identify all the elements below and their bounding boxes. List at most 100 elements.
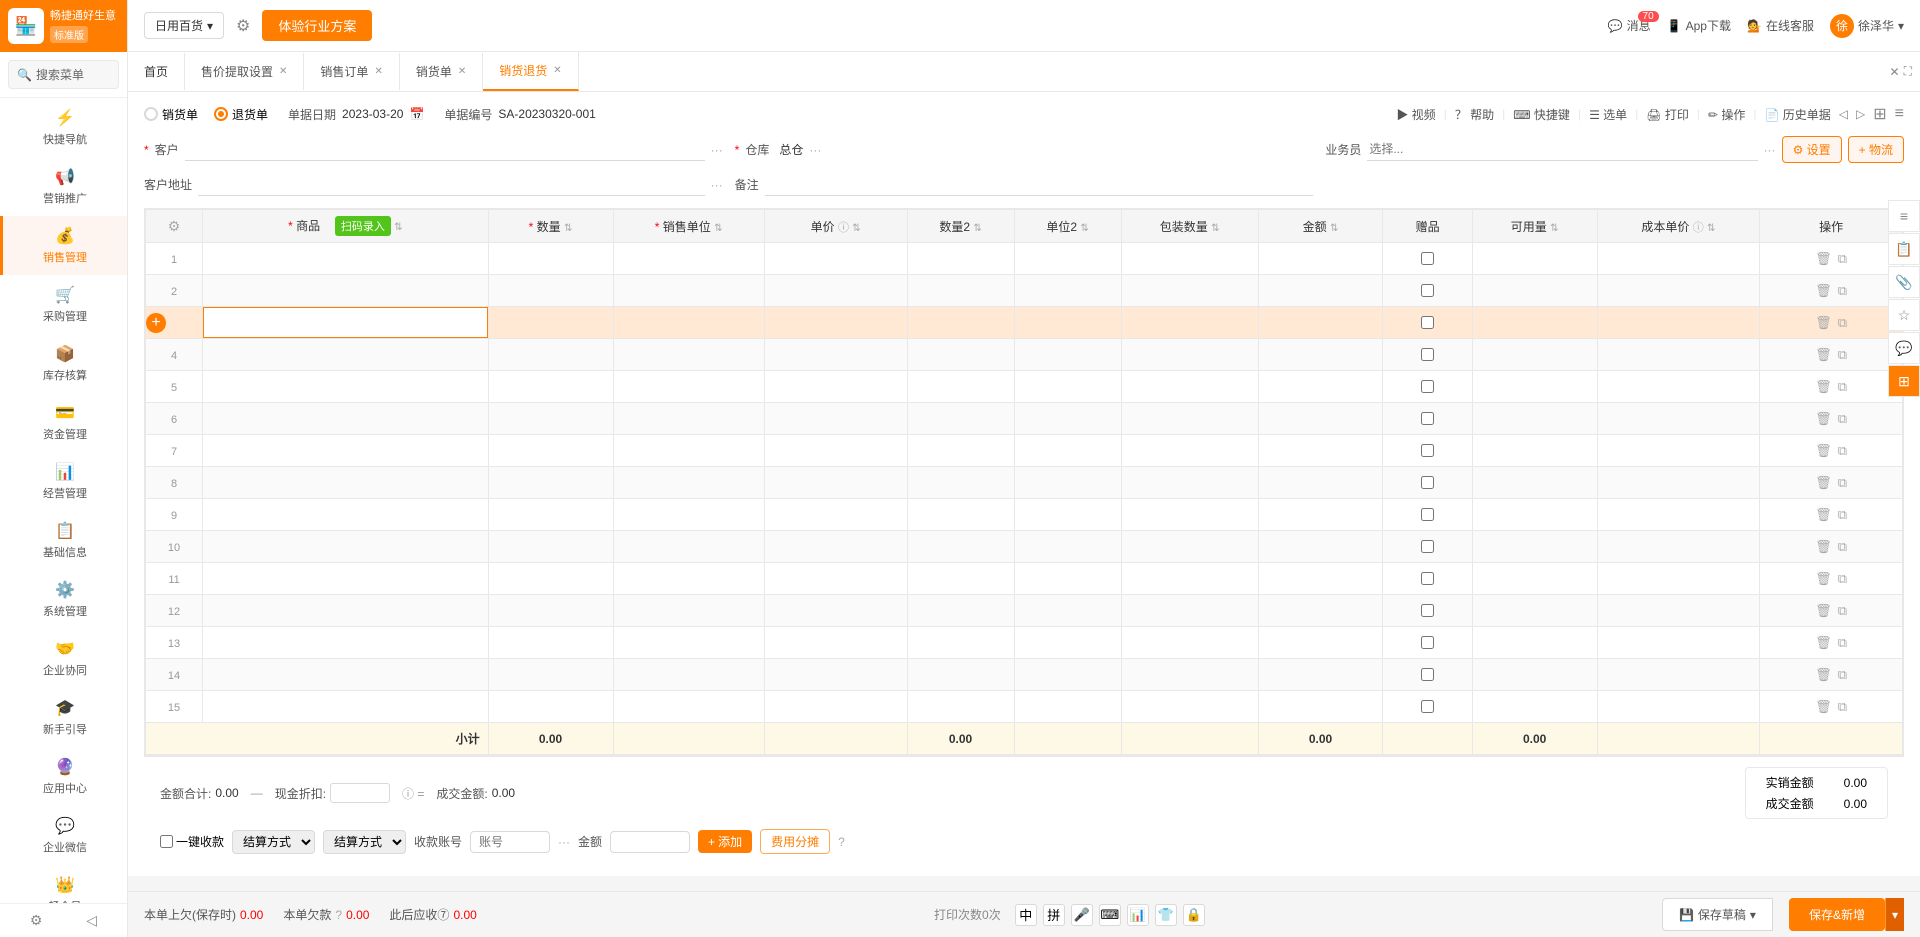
cell-unit2-3[interactable]: [1014, 307, 1121, 339]
gift-checkbox-cell-12[interactable]: [1383, 595, 1471, 626]
status-icon-6[interactable]: 👕: [1155, 904, 1177, 926]
available-input-7[interactable]: [1473, 435, 1597, 466]
quantity-input-13[interactable]: [489, 627, 613, 658]
cell-gift-7[interactable]: [1383, 435, 1472, 467]
radio-sales-option[interactable]: 销货单: [144, 106, 198, 123]
unit-price-input-2[interactable]: [765, 275, 907, 306]
cost-price-input-9[interactable]: [1598, 499, 1760, 530]
cell-pack-qty-3[interactable]: [1121, 307, 1258, 339]
delete-row-icon-4[interactable]: 🗑: [1815, 347, 1832, 363]
one-click-checkbox-input[interactable]: [160, 835, 173, 848]
delete-row-icon-15[interactable]: 🗑: [1815, 699, 1832, 715]
toolbar-history-btn[interactable]: 📄 历史单据: [1765, 106, 1831, 123]
cost-price-input-15[interactable]: [1598, 691, 1760, 722]
cell-unit2-2[interactable]: [1014, 275, 1121, 307]
settings-bottom-icon[interactable]: ⚙: [30, 912, 43, 929]
cell-amount-3[interactable]: [1258, 307, 1383, 339]
cell-sales-unit-10[interactable]: [613, 531, 764, 563]
available-input-5[interactable]: [1473, 371, 1597, 402]
cell-pack-qty-9[interactable]: [1121, 499, 1258, 531]
sales-unit-input-12[interactable]: [614, 595, 764, 626]
unit-price-input-7[interactable]: [765, 435, 907, 466]
delete-row-icon-14[interactable]: 🗑: [1815, 667, 1832, 683]
cost-price-info-icon[interactable]: ⓘ: [1693, 222, 1704, 234]
scan-input-button[interactable]: 扫码录入: [335, 216, 391, 236]
next-doc-icon[interactable]: ▷: [1856, 107, 1865, 121]
product-input-4[interactable]: [203, 339, 488, 370]
gift-checkbox-cell-11[interactable]: [1383, 563, 1471, 594]
sidebar-item-inventory[interactable]: 📦 库存核算: [0, 334, 127, 393]
gift-checkbox-cell-10[interactable]: [1383, 531, 1471, 562]
gift-checkbox-cell-9[interactable]: [1383, 499, 1471, 530]
cell-cost-price-2[interactable]: [1597, 275, 1760, 307]
cell-pack-qty-10[interactable]: [1121, 531, 1258, 563]
address-select-icon[interactable]: ···: [711, 178, 723, 192]
cost-price-input-11[interactable]: [1598, 563, 1760, 594]
amount-input-8[interactable]: [1259, 467, 1383, 498]
cell-available-6[interactable]: [1472, 403, 1597, 435]
cell-quantity-12[interactable]: [488, 595, 613, 627]
quantity-input-10[interactable]: [489, 531, 613, 562]
cell-gift-12[interactable]: [1383, 595, 1472, 627]
tab-sales-order-close-icon[interactable]: ✕: [374, 66, 382, 77]
cell-quantity-11[interactable]: [488, 563, 613, 595]
cell-gift-1[interactable]: [1383, 243, 1472, 275]
gift-checkbox-cell-5[interactable]: [1383, 371, 1471, 402]
quantity-input-6[interactable]: [489, 403, 613, 434]
unit2-sort-icon[interactable]: ⇅: [1080, 223, 1088, 234]
cell-qty2-8[interactable]: [907, 467, 1014, 499]
copy-row-icon-1[interactable]: ⧉: [1838, 251, 1847, 267]
cell-unit-price-12[interactable]: [764, 595, 907, 627]
sidebar-item-finance[interactable]: 💳 资金管理: [0, 393, 127, 452]
cell-gift-15[interactable]: [1383, 691, 1472, 723]
cell-gift-2[interactable]: [1383, 275, 1472, 307]
cell-qty2-6[interactable]: [907, 403, 1014, 435]
cell-pack-qty-2[interactable]: [1121, 275, 1258, 307]
right-panel-btn-2[interactable]: 📋: [1888, 233, 1920, 265]
cell-qty2-7[interactable]: [907, 435, 1014, 467]
copy-row-icon-14[interactable]: ⧉: [1838, 667, 1847, 683]
cell-available-3[interactable]: [1472, 307, 1597, 339]
available-input-15[interactable]: [1473, 691, 1597, 722]
qty2-sort-icon[interactable]: ⇅: [973, 223, 981, 234]
copy-row-icon-15[interactable]: ⧉: [1838, 699, 1847, 715]
gift-checkbox-6[interactable]: [1421, 412, 1434, 425]
salesperson-select-icon[interactable]: ···: [1764, 143, 1776, 157]
unit2-input-3[interactable]: [1015, 307, 1121, 338]
cell-unit-price-6[interactable]: [764, 403, 907, 435]
amount-input-1[interactable]: [1259, 243, 1383, 274]
cell-unit-price-8[interactable]: [764, 467, 907, 499]
toolbar-select-btn[interactable]: ☰ 选单: [1589, 106, 1627, 123]
qty2-input-1[interactable]: [908, 243, 1014, 274]
pack-qty-input-7[interactable]: [1122, 435, 1258, 466]
gift-checkbox-13[interactable]: [1421, 636, 1434, 649]
pack-qty-input-9[interactable]: [1122, 499, 1258, 530]
cell-gift-13[interactable]: [1383, 627, 1472, 659]
sales-unit-input-1[interactable]: [614, 243, 764, 274]
qty2-input-12[interactable]: [908, 595, 1014, 626]
cost-price-input-4[interactable]: [1598, 339, 1760, 370]
cell-sales-unit-8[interactable]: [613, 467, 764, 499]
copy-row-icon-11[interactable]: ⧉: [1838, 571, 1847, 587]
tab-home[interactable]: 首页: [128, 53, 185, 90]
cell-quantity-8[interactable]: [488, 467, 613, 499]
amount-input-15[interactable]: [1259, 691, 1383, 722]
amount-input-6[interactable]: [1259, 403, 1383, 434]
sales-unit-input-8[interactable]: [614, 467, 764, 498]
cost-price-input-8[interactable]: [1598, 467, 1760, 498]
unit-price-input-9[interactable]: [765, 499, 907, 530]
gift-checkbox-cell-2[interactable]: [1383, 275, 1471, 306]
note-input[interactable]: [765, 173, 1314, 196]
gift-checkbox-cell-6[interactable]: [1383, 403, 1471, 434]
pack-qty-input-15[interactable]: [1122, 691, 1258, 722]
cell-qty2-13[interactable]: [907, 627, 1014, 659]
save-new-split-button[interactable]: ▾: [1885, 898, 1904, 931]
cell-quantity-14[interactable]: [488, 659, 613, 691]
column-settings-icon[interactable]: ⚙: [168, 218, 181, 234]
cell-amount-9[interactable]: [1258, 499, 1383, 531]
cell-unit2-5[interactable]: [1014, 371, 1121, 403]
status-icon-5[interactable]: 📊: [1127, 904, 1149, 926]
cell-product-13[interactable]: [203, 627, 489, 659]
cost-price-input-7[interactable]: [1598, 435, 1760, 466]
cell-unit-price-7[interactable]: [764, 435, 907, 467]
